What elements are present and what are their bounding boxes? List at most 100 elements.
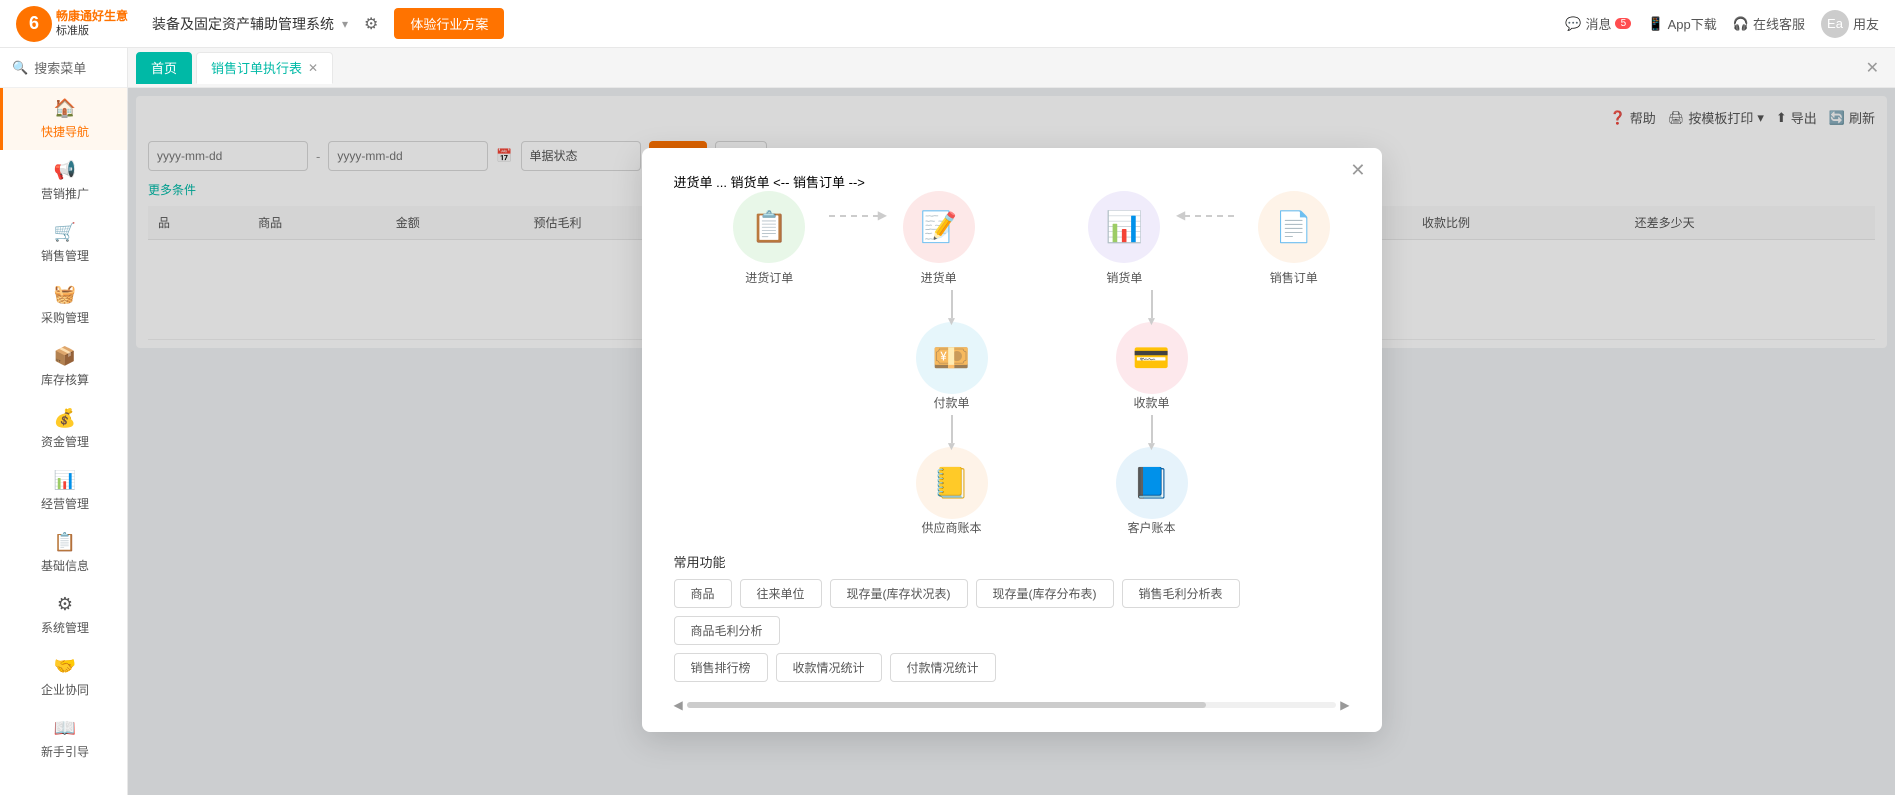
- online-service-btn[interactable]: 🎧 在线客服: [1733, 14, 1805, 33]
- sidebar-item-finance[interactable]: 💰 资金管理: [0, 398, 127, 460]
- search-icon: 🔍: [12, 60, 28, 76]
- message-btn[interactable]: 💬 消息 5: [1565, 14, 1631, 33]
- sidebar-item-marketing[interactable]: 📢 营销推广: [0, 150, 127, 212]
- func-btn-7[interactable]: 收款情况统计: [776, 653, 882, 682]
- sidebar-item-purchase[interactable]: 🧺 采购管理: [0, 274, 127, 336]
- label-purchase-order: 进货订单: [745, 269, 793, 286]
- tab-sales-exec[interactable]: 销售订单执行表 ✕: [196, 52, 333, 84]
- common-func-title: 常用功能: [674, 552, 1350, 571]
- sidebar-item-basic-info[interactable]: 📋 基础信息: [0, 522, 127, 584]
- node-payment[interactable]: 💴 付款单: [892, 322, 1012, 411]
- func-btn-0[interactable]: 商品: [674, 579, 732, 608]
- purchase-icon: 🧺: [54, 284, 76, 305]
- arrow-down-purchase: ▼: [892, 290, 1012, 318]
- node-customer-ledger[interactable]: 📘 客户账本: [1092, 447, 1212, 536]
- arrow-h2: ◀: [1184, 215, 1234, 217]
- sidebar-item-guide[interactable]: 📖 新手引导: [0, 708, 127, 770]
- main-area: 🔍 搜索菜单 🏠 快捷导航 📢 营销推广 🛒 销售管理 🧺 采购管理 📦: [0, 48, 1895, 795]
- logo-text: 畅康通好生意 标准版: [56, 9, 128, 39]
- top-bar: 6 畅康通好生意 标准版 装备及固定资产辅助管理系统 ▾ ⚙ 体验行业方案 💬 …: [0, 0, 1895, 48]
- service-icon: 🎧: [1733, 16, 1749, 32]
- modal-close-icon[interactable]: ✕: [1350, 160, 1365, 181]
- search-menu[interactable]: 🔍 搜索菜单: [0, 48, 127, 88]
- marketing-icon: 📢: [54, 160, 76, 181]
- basic-info-icon: 📋: [54, 532, 76, 553]
- modal: ✕ 进货单 ... 销货单 <-- 销售订单 --> 📋 进货订单: [642, 148, 1382, 732]
- arrow-h1: ▶: [829, 215, 879, 217]
- flow-row-5: 📒 供应商账本 📘 客户账本: [674, 447, 1350, 536]
- node-purchase-order[interactable]: 📋 进货订单: [714, 191, 825, 286]
- system-icon: ⚙: [57, 594, 73, 615]
- modal-overlay[interactable]: ✕ 进货单 ... 销货单 <-- 销售订单 --> 📋 进货订单: [128, 88, 1895, 795]
- func-btn-5[interactable]: 商品毛利分析: [674, 616, 780, 645]
- user-menu[interactable]: Ea 用友: [1821, 10, 1879, 38]
- enterprise-icon: 🤝: [54, 656, 76, 677]
- label-receipt: 收款单: [1133, 394, 1169, 411]
- node-sales-bill[interactable]: 📊 销货单: [1069, 191, 1180, 286]
- app-download-btn[interactable]: 📱 App下载: [1647, 14, 1716, 33]
- label-customer-ledger: 客户账本: [1127, 519, 1175, 536]
- modal-scrollbar: ◀ ▶: [674, 698, 1350, 712]
- flow-row-arrows: ▼ ▼: [674, 290, 1350, 318]
- operations-icon: 📊: [54, 470, 76, 491]
- sidebar-item-quick-nav[interactable]: 🏠 快捷导航: [0, 88, 127, 150]
- label-purchase-bill: 进货单: [921, 269, 957, 286]
- sales-icon: 🛒: [54, 222, 76, 243]
- node-supplier-ledger[interactable]: 📒 供应商账本: [892, 447, 1012, 536]
- tab-bar-close-all[interactable]: ✕: [1858, 58, 1887, 78]
- func-btn-2[interactable]: 现存量(库存状况表): [830, 579, 968, 608]
- tab-close-icon[interactable]: ✕: [308, 61, 318, 75]
- node-receipt[interactable]: 💳 收款单: [1092, 322, 1212, 411]
- func-buttons: 商品 往来单位 现存量(库存状况表) 现存量(库存分布表) 销售毛利分析表 商品…: [674, 579, 1350, 645]
- system-title: 装备及固定资产辅助管理系统 ▾ ⚙: [152, 14, 378, 34]
- label-supplier-ledger: 供应商账本: [921, 519, 981, 536]
- scroll-left-icon[interactable]: ◀: [674, 698, 683, 712]
- circle-purchase-bill: 📝: [903, 191, 975, 263]
- sidebar: 🔍 搜索菜单 🏠 快捷导航 📢 营销推广 🛒 销售管理 🧺 采购管理 📦: [0, 48, 128, 795]
- sidebar-item-operations[interactable]: 📊 经营管理: [0, 460, 127, 522]
- arrow-down-sales: ▼: [1092, 290, 1212, 318]
- sidebar-item-enterprise[interactable]: 🤝 企业协同: [0, 646, 127, 708]
- logo-icon: 6: [16, 6, 52, 42]
- tab-bar: 首页 销售订单执行表 ✕ ✕: [128, 48, 1895, 88]
- message-badge: 5: [1615, 18, 1631, 29]
- settings-icon[interactable]: ⚙: [364, 14, 378, 34]
- sidebar-item-sales[interactable]: 🛒 销售管理: [0, 212, 127, 274]
- label-sales-order: 销售订单: [1270, 269, 1318, 286]
- func-btn-3[interactable]: 现存量(库存分布表): [976, 579, 1114, 608]
- dropdown-icon[interactable]: ▾: [342, 17, 348, 31]
- avatar: Ea: [1821, 10, 1849, 38]
- sidebar-item-system[interactable]: ⚙ 系统管理: [0, 584, 127, 646]
- quick-nav-icon: 🏠: [54, 98, 76, 119]
- top-right: 💬 消息 5 📱 App下载 🎧 在线客服 Ea 用友: [1565, 10, 1879, 38]
- label-payment: 付款单: [933, 394, 969, 411]
- func-btn-8[interactable]: 付款情况统计: [890, 653, 996, 682]
- logo-area: 6 畅康通好生意 标准版: [16, 6, 144, 42]
- flow-diagram: 📋 进货订单 ▶: [674, 191, 1350, 540]
- try-btn[interactable]: 体验行业方案: [394, 8, 504, 39]
- system-name: 装备及固定资产辅助管理系统: [152, 14, 334, 34]
- app-container: 6 畅康通好生意 标准版 装备及固定资产辅助管理系统 ▾ ⚙ 体验行业方案 💬 …: [0, 0, 1895, 795]
- finance-icon: 💰: [54, 408, 76, 429]
- node-sales-order[interactable]: 📄 销售订单: [1238, 191, 1349, 286]
- content-area: 首页 销售订单执行表 ✕ ✕ ❓ 帮助: [128, 48, 1895, 795]
- main-content: ❓ 帮助 🖨 按模板打印 ▾ ⬆ 导出 🔄: [128, 88, 1895, 795]
- circle-purchase-order: 📋: [733, 191, 805, 263]
- flow-row-1: 📋 进货订单 ▶: [674, 191, 1350, 286]
- circle-sales-bill: 📊: [1088, 191, 1160, 263]
- func-buttons-row2: 销售排行榜 收款情况统计 付款情况统计: [674, 653, 1350, 682]
- flow-row-3: 💴 付款单 💳 收款单: [674, 322, 1350, 411]
- inventory-icon: 📦: [54, 346, 76, 367]
- func-btn-1[interactable]: 往来单位: [740, 579, 822, 608]
- guide-icon: 📖: [54, 718, 76, 739]
- func-btn-4[interactable]: 销售毛利分析表: [1122, 579, 1240, 608]
- sidebar-item-inventory[interactable]: 📦 库存核算: [0, 336, 127, 398]
- scrollbar-track[interactable]: [687, 702, 1337, 708]
- scrollbar-thumb: [687, 702, 1207, 708]
- scroll-right-icon[interactable]: ▶: [1340, 698, 1349, 712]
- flow-row-arrows-2: ▼ ▼: [674, 415, 1350, 443]
- label-sales-bill: 销货单: [1106, 269, 1142, 286]
- tab-home[interactable]: 首页: [136, 52, 192, 84]
- func-btn-6[interactable]: 销售排行榜: [674, 653, 768, 682]
- node-purchase-bill[interactable]: 📝 进货单: [883, 191, 994, 286]
